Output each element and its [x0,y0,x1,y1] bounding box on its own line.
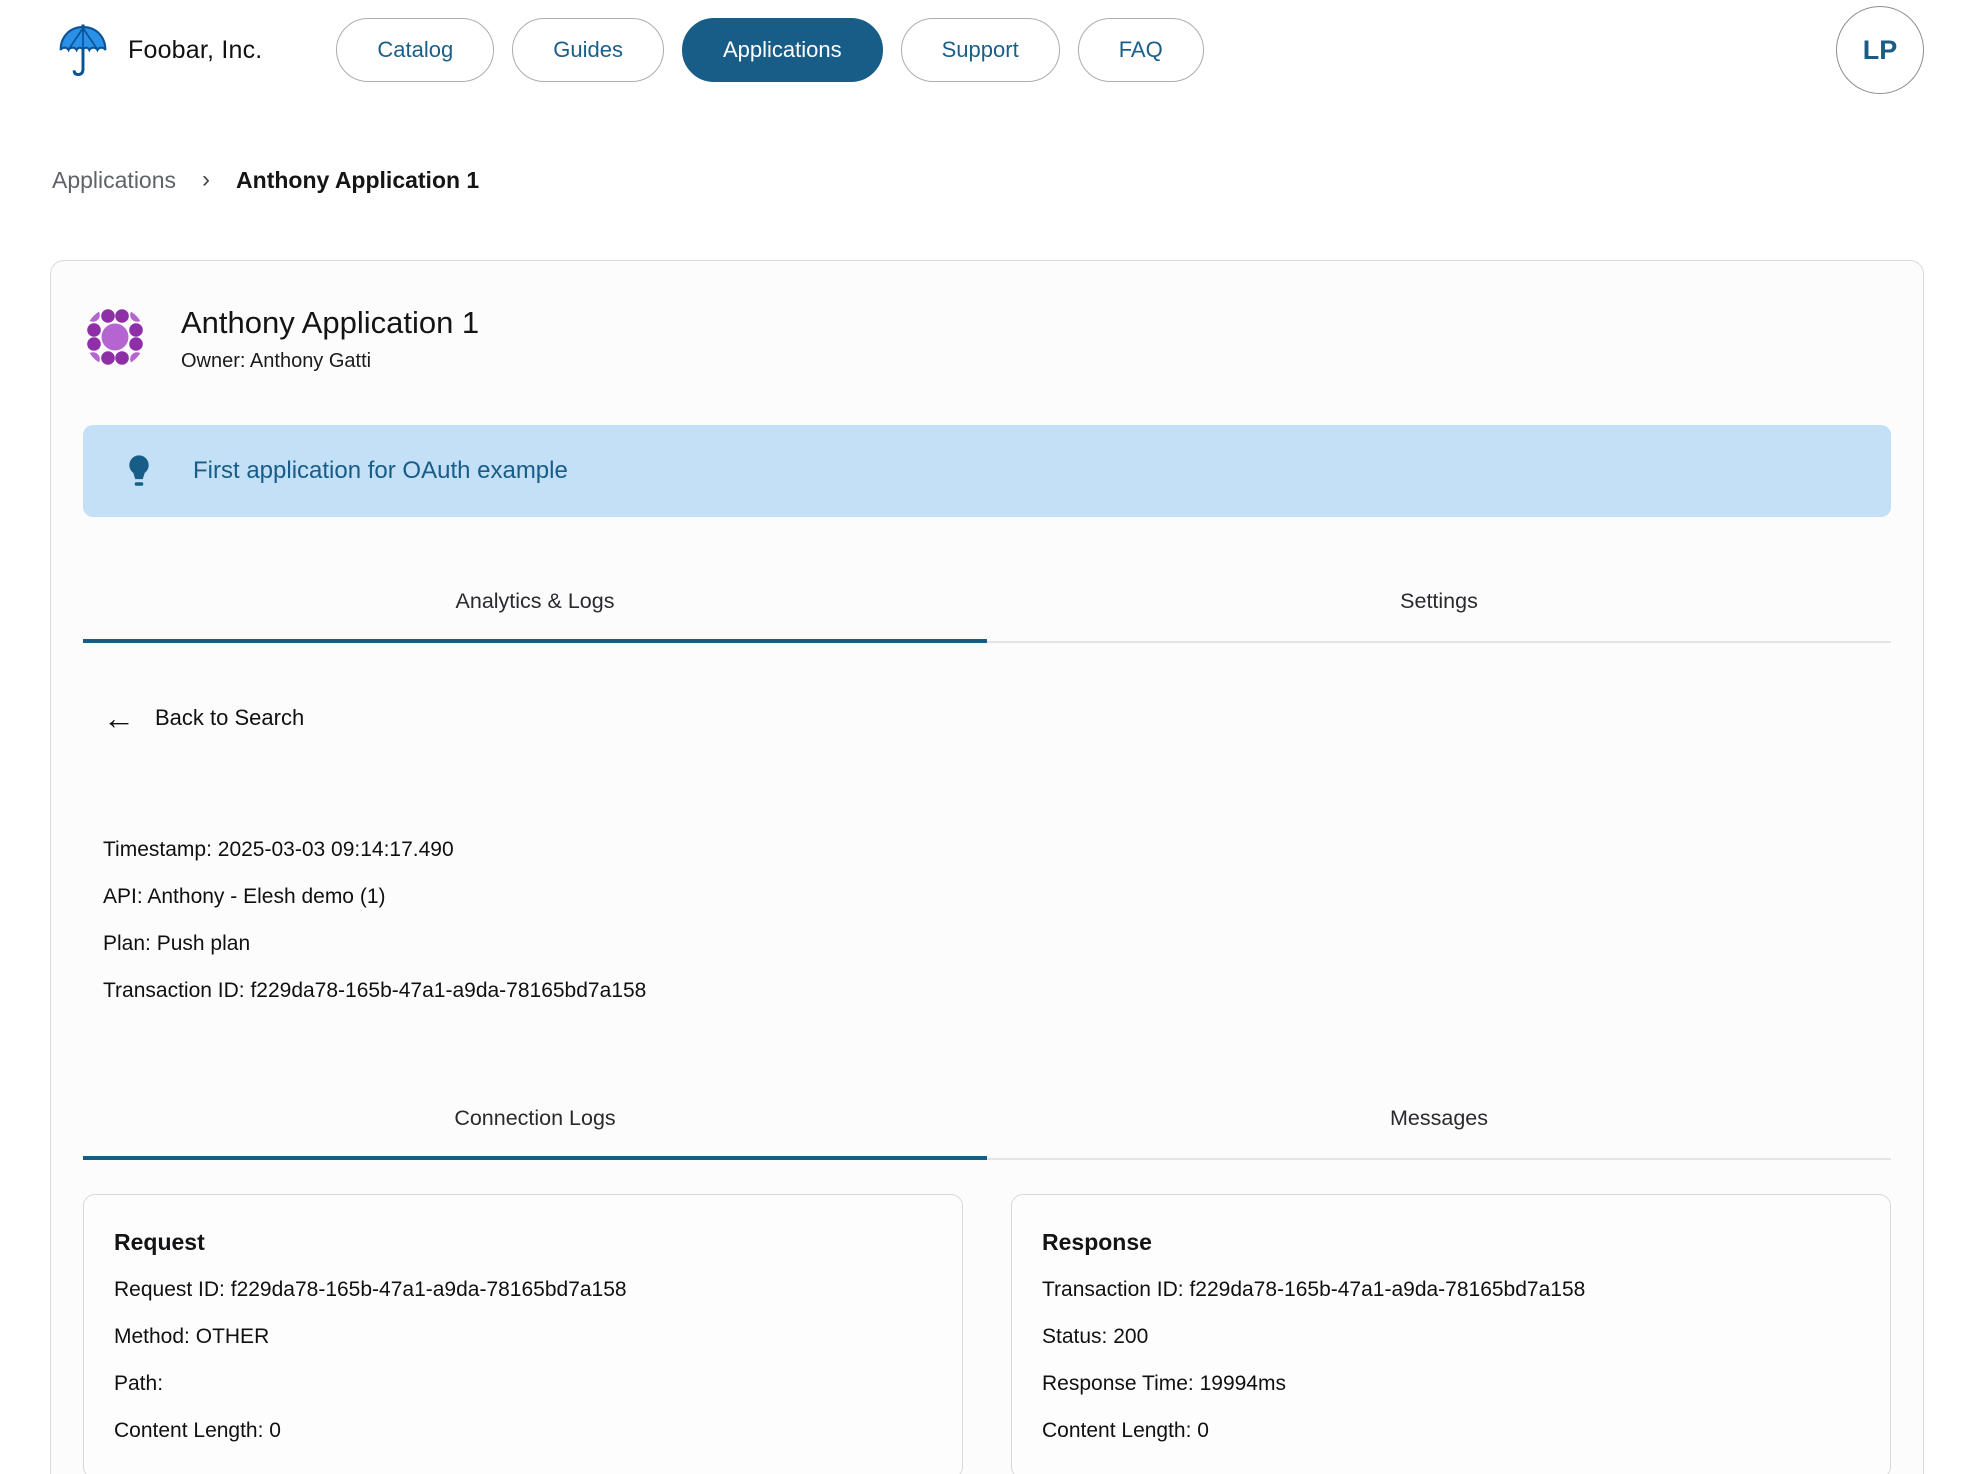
request-panel: Request Request ID: f229da78-165b-47a1-a… [83,1194,963,1474]
log-details: Timestamp: 2025-03-03 09:14:17.490 API: … [103,826,1891,1014]
lightbulb-icon [125,452,153,490]
header: Foobar, Inc. Catalog Guides Applications… [0,0,1970,100]
detail-transaction-id-value: f229da78-165b-47a1-a9da-78165bd7a158 [250,979,646,1002]
request-path-label: Path: [114,1372,163,1395]
request-content-length-line: Content Length: 0 [114,1407,932,1454]
detail-plan-label: Plan: [103,932,151,955]
owner-value: Anthony Gatti [250,350,371,372]
response-transaction-id-line: Transaction ID: f229da78-165b-47a1-a9da-… [1042,1266,1860,1313]
response-content-length-line: Content Length: 0 [1042,1407,1860,1454]
response-content-length-label: Content Length: [1042,1419,1191,1442]
detail-api-value: Anthony - Elesh demo (1) [147,885,385,908]
response-status-line: Status: 200 [1042,1313,1860,1360]
response-time-label: Response Time: [1042,1372,1194,1395]
description-banner: First application for OAuth example [83,425,1891,517]
detail-timestamp-label: Timestamp: [103,838,212,861]
nav-item-catalog[interactable]: Catalog [336,18,494,82]
brand-name: Foobar, Inc. [128,36,262,65]
detail-transaction-id-label: Transaction ID: [103,979,245,1002]
request-method-label: Method: [114,1325,190,1348]
detail-api-label: API: [103,885,143,908]
breadcrumb-current-page: Anthony Application 1 [236,167,479,194]
owner-label: Owner: [181,350,245,372]
response-transaction-id-label: Transaction ID: [1042,1278,1184,1301]
response-panel-title: Response [1042,1229,1860,1256]
tab-connection-logs[interactable]: Connection Logs [83,1088,987,1160]
response-transaction-id-value: f229da78-165b-47a1-a9da-78165bd7a158 [1189,1278,1585,1301]
application-dots-icon [83,305,147,369]
request-response-panels: Request Request ID: f229da78-165b-47a1-a… [83,1194,1891,1474]
request-content-length-label: Content Length: [114,1419,263,1442]
user-avatar[interactable]: LP [1836,6,1924,94]
tab-messages[interactable]: Messages [987,1088,1891,1160]
detail-plan-value: Push plan [157,932,250,955]
tab-analytics-logs[interactable]: Analytics & Logs [83,571,987,643]
breadcrumb-separator-icon: › [202,166,210,194]
application-header-text: Anthony Application 1 Owner: Anthony Gat… [181,305,479,373]
breadcrumb-applications-link[interactable]: Applications [52,167,176,194]
response-panel: Response Transaction ID: f229da78-165b-4… [1011,1194,1891,1474]
primary-tabs: Analytics & Logs Settings [83,571,1891,643]
nav-item-support[interactable]: Support [901,18,1060,82]
request-path-line: Path: [114,1360,932,1407]
response-status-label: Status: [1042,1325,1107,1348]
request-id-line: Request ID: f229da78-165b-47a1-a9da-7816… [114,1266,932,1313]
breadcrumb: Applications › Anthony Application 1 [52,166,1970,194]
response-time-line: Response Time: 19994ms [1042,1360,1860,1407]
back-to-search-label: Back to Search [155,705,304,731]
application-title: Anthony Application 1 [181,305,479,341]
tab-settings[interactable]: Settings [987,571,1891,643]
response-time-value: 19994ms [1200,1372,1286,1395]
detail-plan: Plan: Push plan [103,920,1891,967]
detail-transaction-id: Transaction ID: f229da78-165b-47a1-a9da-… [103,967,1891,1014]
nav-item-guides[interactable]: Guides [512,18,664,82]
detail-api: API: Anthony - Elesh demo (1) [103,873,1891,920]
application-card: Anthony Application 1 Owner: Anthony Gat… [50,260,1924,1474]
request-id-label: Request ID: [114,1278,225,1301]
back-to-search-link[interactable]: ← Back to Search [103,705,304,731]
nav-item-faq[interactable]: FAQ [1078,18,1204,82]
request-id-value: f229da78-165b-47a1-a9da-78165bd7a158 [231,1278,627,1301]
request-content-length-value: 0 [269,1419,281,1442]
request-panel-title: Request [114,1229,932,1256]
nav-item-applications[interactable]: Applications [682,18,883,82]
umbrella-logo-icon [58,22,108,78]
main-nav: Catalog Guides Applications Support FAQ [336,18,1203,82]
request-method-line: Method: OTHER [114,1313,932,1360]
request-method-value: OTHER [196,1325,270,1348]
response-content-length-value: 0 [1197,1419,1209,1442]
detail-timestamp: Timestamp: 2025-03-03 09:14:17.490 [103,826,1891,873]
description-banner-text: First application for OAuth example [193,457,568,485]
secondary-tabs: Connection Logs Messages [83,1088,1891,1160]
back-arrow-icon: ← [103,707,135,729]
application-owner: Owner: Anthony Gatti [181,350,479,373]
detail-timestamp-value: 2025-03-03 09:14:17.490 [218,838,454,861]
application-header: Anthony Application 1 Owner: Anthony Gat… [83,305,1891,373]
response-status-value: 200 [1113,1325,1148,1348]
